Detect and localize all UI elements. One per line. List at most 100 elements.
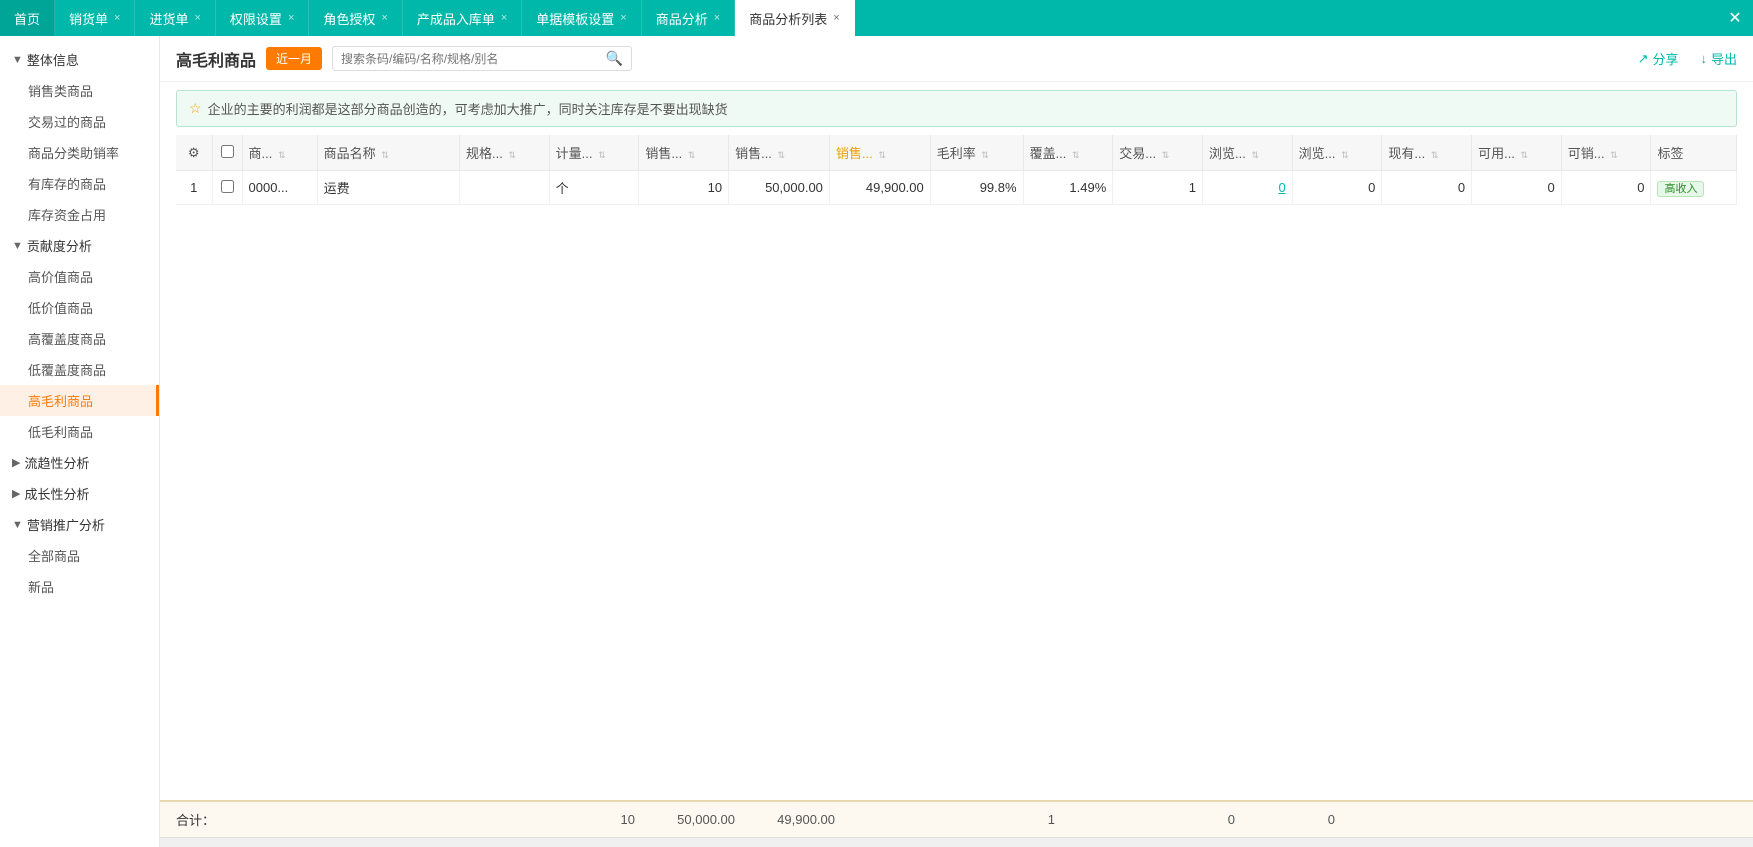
table-header-row: ⚙ 商... ⇅ 商品名称 ⇅ [176,135,1737,171]
col-settings[interactable]: ⚙ [176,135,212,171]
sidebar-item-category-rate[interactable]: 商品分类助销率 [0,137,159,168]
nav-permission-setting[interactable]: 权限设置 × [216,0,309,36]
nav-role-auth[interactable]: 角色授权 × [309,0,402,36]
data-table: ⚙ 商... ⇅ 商品名称 ⇅ [176,135,1737,205]
close-icon[interactable]: × [714,12,720,24]
sidebar-item-high-coverage[interactable]: 高覆盖度商品 [0,323,159,354]
sidebar-group-contribution-items: 高价值商品 低价值商品 高覆盖度商品 低覆盖度商品 高毛利商品 低毛利商品 [0,261,159,447]
sort-icon: ⇅ [1072,150,1080,160]
cell-sales-profit: 49,900.00 [829,171,930,205]
col-coverage[interactable]: 覆盖... ⇅ [1023,135,1113,171]
table-footer: 合计： 10 50,000.00 49,900.00 1 0 0 [160,800,1753,837]
nav-product-analysis[interactable]: 商品分析 × [642,0,735,36]
col-sales-amount[interactable]: 销售... ⇅ [729,135,830,171]
search-input[interactable] [341,52,606,66]
export-button[interactable]: ↓ 导出 [1700,49,1737,68]
share-button[interactable]: ↗ 分享 [1638,49,1679,68]
close-icon[interactable]: × [194,12,200,24]
sort-icon: ⇅ [778,150,786,160]
info-banner: ☆ 企业的主要的利润都是这部分商品创造的，可考虑加大推广，同时关注库存是不要出现… [176,90,1737,127]
col-tag[interactable]: 标签 [1651,135,1737,171]
share-icon: ↗ [1638,51,1649,67]
sort-icon: ⇅ [1521,150,1529,160]
sidebar-item-in-stock[interactable]: 有库存的商品 [0,168,159,199]
sidebar-group-contribution[interactable]: ▼ 贡献度分析 [0,230,159,261]
sidebar: ▼ 整体信息 销售类商品 交易过的商品 商品分类助销率 有库存的商品 库存资金占… [0,36,160,847]
sidebar-group-marketing-items: 全部商品 新品 [0,540,159,602]
col-name[interactable]: 商品名称 ⇅ [317,135,459,171]
sort-icon: ⇅ [878,150,886,160]
sidebar-item-low-coverage[interactable]: 低覆盖度商品 [0,354,159,385]
sidebar-group-growth[interactable]: ▶ 成长性分析 [0,478,159,509]
nav-finished-goods[interactable]: 产成品入库单 × [403,0,522,36]
col-gross-margin[interactable]: 毛利率 ⇅ [930,135,1023,171]
close-icon[interactable]: × [114,12,120,24]
cell-sales-qty: 10 [639,171,729,205]
nav-sales-order[interactable]: 销货单 × [55,0,135,36]
close-icon[interactable]: × [501,12,507,24]
col-transaction[interactable]: 交易... ⇅ [1113,135,1203,171]
cell-name: 运费 [317,171,459,205]
col-saleable-stock[interactable]: 可销... ⇅ [1561,135,1651,171]
cell-coverage: 1.49% [1023,171,1113,205]
sort-icon: ⇅ [1610,150,1618,160]
sidebar-group-flow[interactable]: ▶ 流趋性分析 [0,447,159,478]
sidebar-item-low-margin[interactable]: 低毛利商品 [0,416,159,447]
nav-template-setting[interactable]: 单据模板设置 × [522,0,641,36]
sort-icon: ⇅ [1251,150,1259,160]
content-header: 高毛利商品 近一月 🔍 ↗ 分享 ↓ 导出 [160,36,1753,82]
close-icon[interactable]: × [833,12,839,24]
col-available-stock[interactable]: 可用... ⇅ [1472,135,1562,171]
main-layout: ▼ 整体信息 销售类商品 交易过的商品 商品分类助销率 有库存的商品 库存资金占… [0,36,1753,847]
filter-period-button[interactable]: 近一月 [266,47,322,70]
row-checkbox[interactable] [221,180,234,193]
footer-sales-amount: 50,000.00 [655,812,735,827]
col-sales-profit[interactable]: 销售... ⇅ [829,135,930,171]
nav-home[interactable]: 首页 [0,0,55,36]
window-close-button[interactable]: ✕ [1717,0,1753,36]
cell-sales-amount: 50,000.00 [729,171,830,205]
table-row: 1 0000... 运费 个 10 50,000.00 49,900.00 99… [176,171,1737,205]
sort-icon: ⇅ [981,150,989,160]
col-unit[interactable]: 计量... ⇅ [549,135,639,171]
close-icon[interactable]: × [381,12,387,24]
sidebar-item-all-goods[interactable]: 全部商品 [0,540,159,571]
sort-icon: ⇅ [688,150,696,160]
cell-index: 1 [176,171,212,205]
sidebar-item-high-value[interactable]: 高价值商品 [0,261,159,292]
sidebar-group-marketing[interactable]: ▼ 营销推广分析 [0,509,159,540]
horizontal-scrollbar[interactable] [160,837,1753,847]
cell-current-stock: 0 [1382,171,1472,205]
sidebar-item-traded-goods[interactable]: 交易过的商品 [0,106,159,137]
sidebar-item-low-value[interactable]: 低价值商品 [0,292,159,323]
col-spec[interactable]: 规格... ⇅ [459,135,549,171]
cell-browse1[interactable]: 0 [1202,171,1292,205]
sidebar-item-high-margin[interactable]: 高毛利商品 [0,385,159,416]
close-icon[interactable]: × [288,12,294,24]
nav-purchase-order[interactable]: 进货单 × [135,0,215,36]
sidebar-group-overall[interactable]: ▼ 整体信息 [0,44,159,75]
cell-checkbox[interactable] [212,171,242,205]
cell-gross-margin: 99.8% [930,171,1023,205]
sort-icon: ⇅ [508,150,516,160]
chevron-right-icon: ▶ [12,456,20,469]
col-current-stock[interactable]: 现有... ⇅ [1382,135,1472,171]
chevron-down-icon: ▼ [12,54,23,66]
col-sales-qty[interactable]: 销售... ⇅ [639,135,729,171]
sidebar-item-stock-capital[interactable]: 库存资金占用 [0,199,159,230]
col-browse1[interactable]: 浏览... ⇅ [1202,135,1292,171]
nav-product-analysis-list[interactable]: 商品分析列表 × [735,0,854,36]
select-all-checkbox[interactable] [221,145,234,158]
sidebar-item-new-goods[interactable]: 新品 [0,571,159,602]
sidebar-item-sales-goods[interactable]: 销售类商品 [0,75,159,106]
data-table-container[interactable]: ⚙ 商... ⇅ 商品名称 ⇅ [160,135,1753,800]
cell-transaction: 1 [1113,171,1203,205]
close-icon[interactable]: × [620,12,626,24]
top-navigation: 首页 销货单 × 进货单 × 权限设置 × 角色授权 × 产成品入库单 × 单据… [0,0,1753,36]
col-code[interactable]: 商... ⇅ [242,135,317,171]
col-checkbox[interactable] [212,135,242,171]
footer-transaction: 1 [975,812,1055,827]
col-browse2[interactable]: 浏览... ⇅ [1292,135,1382,171]
cell-tag: 高收入 [1651,171,1737,205]
sort-icon: ⇅ [1341,150,1349,160]
